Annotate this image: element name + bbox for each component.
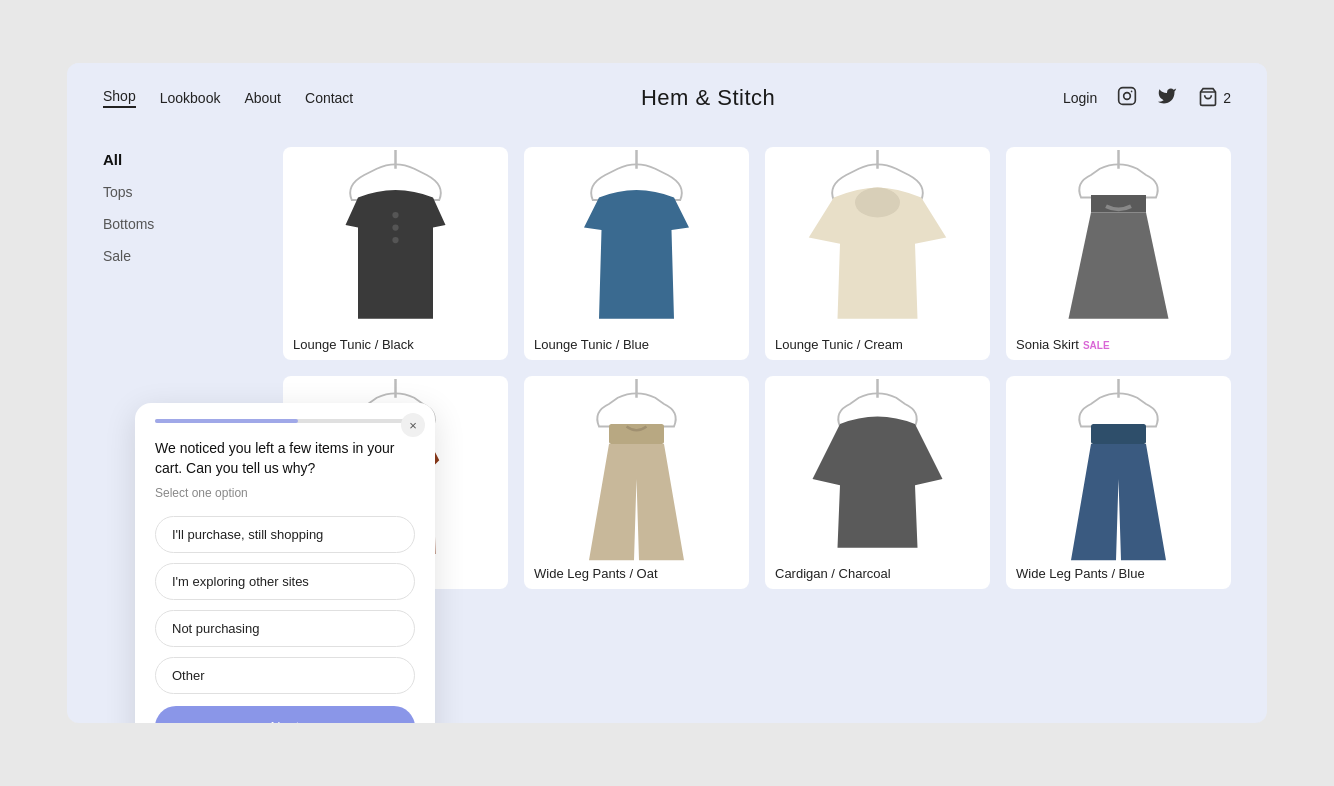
nav-shop[interactable]: Shop — [103, 88, 136, 108]
product-image-5 — [524, 376, 749, 556]
main-window: Shop Lookbook About Contact Hem & Stitch… — [67, 63, 1267, 723]
product-card-3[interactable]: Sonia SkirtSALE — [1006, 147, 1231, 360]
product-card-6[interactable]: Cardigan / Charcoal — [765, 376, 990, 589]
login-button[interactable]: Login — [1063, 90, 1097, 106]
svg-point-6 — [392, 224, 398, 230]
option-still-shopping[interactable]: I'll purchase, still shopping — [155, 516, 415, 553]
product-image-3 — [1006, 147, 1231, 327]
cart-button[interactable]: 2 — [1197, 87, 1231, 110]
sidebar-item-bottoms[interactable]: Bottoms — [103, 216, 283, 232]
product-image-1 — [524, 147, 749, 327]
instagram-button[interactable] — [1117, 86, 1137, 111]
twitter-icon — [1157, 90, 1177, 110]
option-not-purchasing[interactable]: Not purchasing — [155, 610, 415, 647]
svg-point-10 — [855, 187, 900, 217]
product-image-2 — [765, 147, 990, 327]
product-card-0[interactable]: Lounge Tunic / Black — [283, 147, 508, 360]
header: Shop Lookbook About Contact Hem & Stitch… — [67, 63, 1267, 127]
progress-bar-fill — [155, 419, 298, 423]
progress-bar-track — [155, 419, 415, 423]
svg-point-5 — [392, 211, 398, 217]
close-button[interactable]: × — [401, 413, 425, 437]
svg-point-7 — [392, 236, 398, 242]
sidebar-item-sale[interactable]: Sale — [103, 248, 283, 264]
svg-point-2 — [1131, 90, 1133, 92]
survey-modal: × We noticed you left a few items in you… — [135, 403, 435, 723]
nav-contact[interactable]: Contact — [305, 90, 353, 106]
progress-bar-container — [135, 403, 435, 423]
svg-rect-0 — [1119, 87, 1136, 104]
product-card-5[interactable]: Wide Leg Pants / Oat — [524, 376, 749, 589]
cart-count: 2 — [1223, 90, 1231, 106]
instagram-icon — [1117, 90, 1137, 110]
nav-about[interactable]: About — [244, 90, 281, 106]
option-other[interactable]: Other — [155, 657, 415, 694]
product-image-6 — [765, 376, 990, 556]
svg-rect-15 — [609, 424, 664, 444]
next-button[interactable]: Next — [155, 706, 415, 723]
svg-point-1 — [1124, 92, 1131, 99]
survey-body: We noticed you left a few items in your … — [135, 439, 435, 694]
product-image-0 — [283, 147, 508, 327]
nav: Shop Lookbook About Contact — [103, 88, 353, 108]
nav-lookbook[interactable]: Lookbook — [160, 90, 221, 106]
survey-question: We noticed you left a few items in your … — [155, 439, 415, 478]
product-card-1[interactable]: Lounge Tunic / Blue — [524, 147, 749, 360]
sidebar-item-all[interactable]: All — [103, 151, 283, 168]
svg-rect-18 — [1091, 424, 1146, 444]
product-card-2[interactable]: Lounge Tunic / Cream — [765, 147, 990, 360]
sale-badge: SALE — [1083, 340, 1110, 351]
option-other-sites[interactable]: I'm exploring other sites — [155, 563, 415, 600]
cart-icon — [1197, 87, 1219, 110]
survey-subtitle: Select one option — [155, 486, 415, 500]
twitter-button[interactable] — [1157, 86, 1177, 111]
header-right: Login — [1063, 86, 1231, 111]
product-image-7 — [1006, 376, 1231, 556]
close-icon: × — [409, 418, 417, 433]
site-title: Hem & Stitch — [641, 85, 775, 111]
sidebar-item-tops[interactable]: Tops — [103, 184, 283, 200]
product-card-7[interactable]: Wide Leg Pants / Blue — [1006, 376, 1231, 589]
